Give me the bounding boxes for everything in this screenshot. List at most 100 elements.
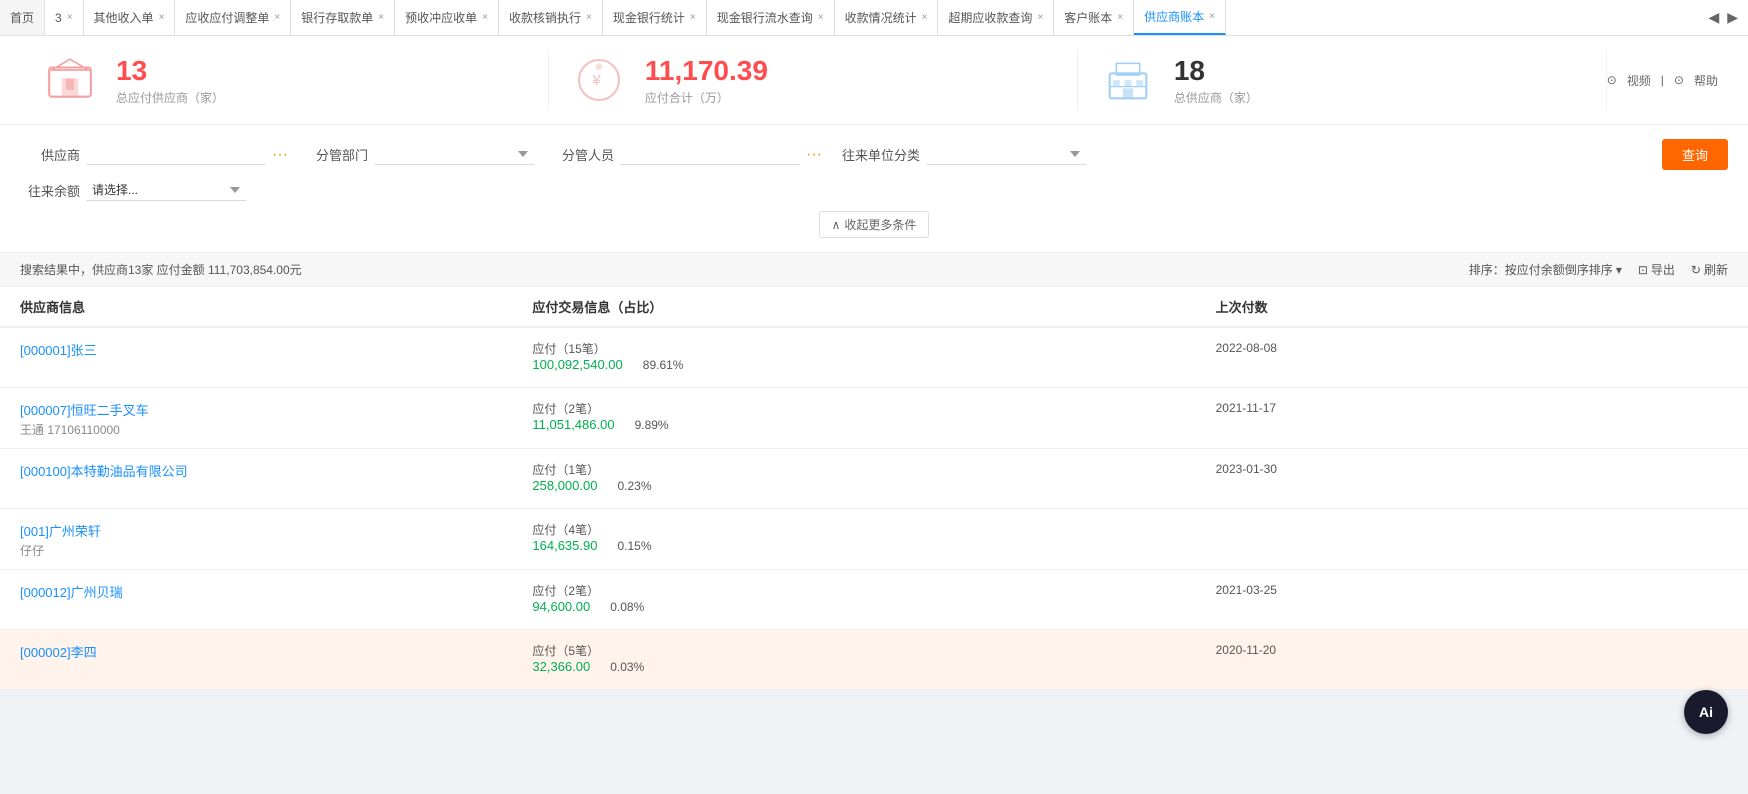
nav-right-arrow[interactable]: ▶ <box>1723 7 1742 28</box>
close-icon[interactable]: × <box>818 12 824 23</box>
top-navigation: 首页 3 × 其他收入单 × 应收应付调整单 × 银行存取款单 × 预收冲应收单… <box>0 0 1748 36</box>
tx-amount-row: 11,051,486.00 9.89% <box>532 417 1215 432</box>
last-pay-date: 2021-03-25 <box>1216 583 1277 597</box>
filter-balance: 往来余额 请选择... <box>20 180 246 201</box>
tx-amount-row: 100,092,540.00 89.61% <box>532 357 1215 372</box>
supplier-info-cell: [000100]本特勤油品有限公司 <box>20 459 532 480</box>
export-button[interactable]: ⊡ 导出 <box>1638 261 1675 278</box>
result-summary: 搜索结果中，供应商13家 应付金额 111,703,854.00元 <box>20 261 302 278</box>
tx-amount-link[interactable]: 164,635.90 <box>532 538 597 553</box>
close-icon[interactable]: × <box>67 12 73 23</box>
close-icon[interactable]: × <box>1117 12 1123 23</box>
category-select[interactable] <box>926 144 1086 165</box>
supplier-info-cell: [001]广州荣轩 仔仔 <box>20 519 532 559</box>
close-icon[interactable]: × <box>1209 11 1215 22</box>
tx-info-cell: 应付（2笔） 11,051,486.00 9.89% <box>532 398 1215 432</box>
tx-amount-link[interactable]: 32,366.00 <box>532 659 590 674</box>
tx-amount-link[interactable]: 11,051,486.00 <box>532 417 614 432</box>
table-body: [000001]张三 应付（15笔） 100,092,540.00 89.61%… <box>0 328 1748 690</box>
nav-tab-overdue-query[interactable]: 超期应收款查询 × <box>938 0 1054 35</box>
supplier-name-link[interactable]: [000002]李四 <box>20 642 532 661</box>
col-header-lastpay: 上次付数 <box>1216 297 1728 316</box>
supplier-name-link[interactable]: [000100]本特勤油品有限公司 <box>20 461 532 480</box>
payable-total-amount: 11,170.39 <box>645 55 768 87</box>
top-right-links: ⊙ 视频 | ⊙ 帮助 <box>1607 50 1728 110</box>
tx-amount-link[interactable]: 94,600.00 <box>532 599 590 614</box>
person-input[interactable] <box>620 144 800 165</box>
tx-label: 应付（1笔） <box>532 461 1215 478</box>
export-icon: ⊡ <box>1638 263 1648 277</box>
col-header-tx: 应付交易信息（占比） <box>532 297 1215 316</box>
tx-label: 应付（15笔） <box>532 340 1215 357</box>
close-icon[interactable]: × <box>586 12 592 23</box>
tx-info-cell: 应付（4笔） 164,635.90 0.15% <box>532 519 1215 553</box>
nav-tab-bank-deposit[interactable]: 银行存取款单 × <box>291 0 395 35</box>
supplier-name-link[interactable]: [001]广州荣轩 <box>20 521 532 540</box>
nav-tab-supplier-ledger[interactable]: 供应商账本 × <box>1134 0 1226 35</box>
table-row: [000001]张三 应付（15笔） 100,092,540.00 89.61%… <box>0 328 1748 388</box>
close-icon[interactable]: × <box>378 12 384 23</box>
table-row: [001]广州荣轩 仔仔 应付（4笔） 164,635.90 0.15% <box>0 509 1748 570</box>
last-pay-cell: 2021-03-25 <box>1216 580 1728 597</box>
vendor-icon-2: ¥ <box>569 50 629 110</box>
nav-tab-receipt-verify[interactable]: 收款核销执行 × <box>499 0 603 35</box>
tx-amount-row: 94,600.00 0.08% <box>532 599 1215 614</box>
nav-tab-other-income[interactable]: 其他收入单 × <box>84 0 176 35</box>
balance-select[interactable]: 请选择... <box>86 180 246 201</box>
supplier-name-link[interactable]: [000001]张三 <box>20 340 532 359</box>
nav-tab-3[interactable]: 3 × <box>45 0 84 35</box>
vendor-icon-1 <box>40 50 100 110</box>
sort-button[interactable]: 排序：按应付余额倒序排序 ▾ <box>1469 261 1622 278</box>
nav-tab-cash-flow-query[interactable]: 现金银行流水查询 × <box>707 0 835 35</box>
person-picker-icon[interactable]: ··· <box>806 147 822 163</box>
last-pay-date: 2022-08-08 <box>1216 341 1277 355</box>
last-pay-cell: 2023-01-30 <box>1216 459 1728 476</box>
supplier-input[interactable] <box>86 144 266 165</box>
dept-filter-label: 分管部门 <box>308 145 368 164</box>
last-pay-cell: 2022-08-08 <box>1216 338 1728 355</box>
supplier-sub-info: 仔仔 <box>20 542 532 559</box>
last-pay-cell: 2020-11-20 <box>1216 640 1728 657</box>
video-link[interactable]: 视频 <box>1627 72 1651 89</box>
close-icon[interactable]: × <box>922 12 928 23</box>
supplier-name-link[interactable]: [000007]恒旺二手叉车 <box>20 400 532 419</box>
nav-tab-ar-ap-adjust[interactable]: 应收应付调整单 × <box>175 0 291 35</box>
close-icon[interactable]: × <box>159 12 165 23</box>
supplier-info-cell: [000012]广州贝瑞 <box>20 580 532 601</box>
tx-percent: 0.15% <box>617 539 651 553</box>
help-link[interactable]: 帮助 <box>1694 72 1718 89</box>
tx-percent: 9.89% <box>635 418 669 432</box>
query-button[interactable]: 查询 <box>1662 139 1728 170</box>
supplier-name-link[interactable]: [000012]广州贝瑞 <box>20 582 532 601</box>
nav-tab-cash-bank-stats[interactable]: 现金银行统计 × <box>603 0 707 35</box>
tx-amount-link[interactable]: 100,092,540.00 <box>532 357 622 372</box>
result-bar: 搜索结果中，供应商13家 应付金额 111,703,854.00元 排序：按应付… <box>0 253 1748 287</box>
stat-card-payable-total: ¥ 11,170.39 应付合计（万） <box>549 50 1078 110</box>
close-icon[interactable]: × <box>690 12 696 23</box>
supplier-picker-icon[interactable]: ··· <box>272 147 288 163</box>
collapse-button[interactable]: ∧ 收起更多条件 <box>819 211 930 238</box>
tx-amount-row: 164,635.90 0.15% <box>532 538 1215 553</box>
refresh-button[interactable]: ↻ 刷新 <box>1691 261 1728 278</box>
tx-info-cell: 应付（1笔） 258,000.00 0.23% <box>532 459 1215 493</box>
last-pay-date: 2023-01-30 <box>1216 462 1277 476</box>
table-row: [000002]李四 应付（5笔） 32,366.00 0.03% 2020-1… <box>0 630 1748 690</box>
tx-label: 应付（2笔） <box>532 582 1215 599</box>
nav-tab-customer-ledger[interactable]: 客户账本 × <box>1054 0 1134 35</box>
close-icon[interactable]: × <box>274 12 280 23</box>
tx-amount-link[interactable]: 258,000.00 <box>532 478 597 493</box>
close-icon[interactable]: × <box>482 12 488 23</box>
nav-tab-receipt-stats[interactable]: 收款情况统计 × <box>835 0 939 35</box>
supplier-sub-info: 王通 17106110000 <box>20 421 532 438</box>
nav-left-arrow[interactable]: ◀ <box>1704 7 1723 28</box>
person-filter-label: 分管人员 <box>554 145 614 164</box>
dept-select[interactable] <box>374 144 534 165</box>
tx-percent: 0.03% <box>610 660 644 674</box>
nav-tab-prepay-offset[interactable]: 预收冲应收单 × <box>395 0 499 35</box>
supplier-info-cell: [000002]李四 <box>20 640 532 661</box>
nav-tab-home[interactable]: 首页 <box>0 0 45 35</box>
close-icon[interactable]: × <box>1037 12 1043 23</box>
ai-button[interactable]: Ai <box>1684 690 1728 734</box>
payable-suppliers-label: 总应付供应商（家） <box>116 89 224 106</box>
table-row: [000012]广州贝瑞 应付（2笔） 94,600.00 0.08% 2021… <box>0 570 1748 630</box>
